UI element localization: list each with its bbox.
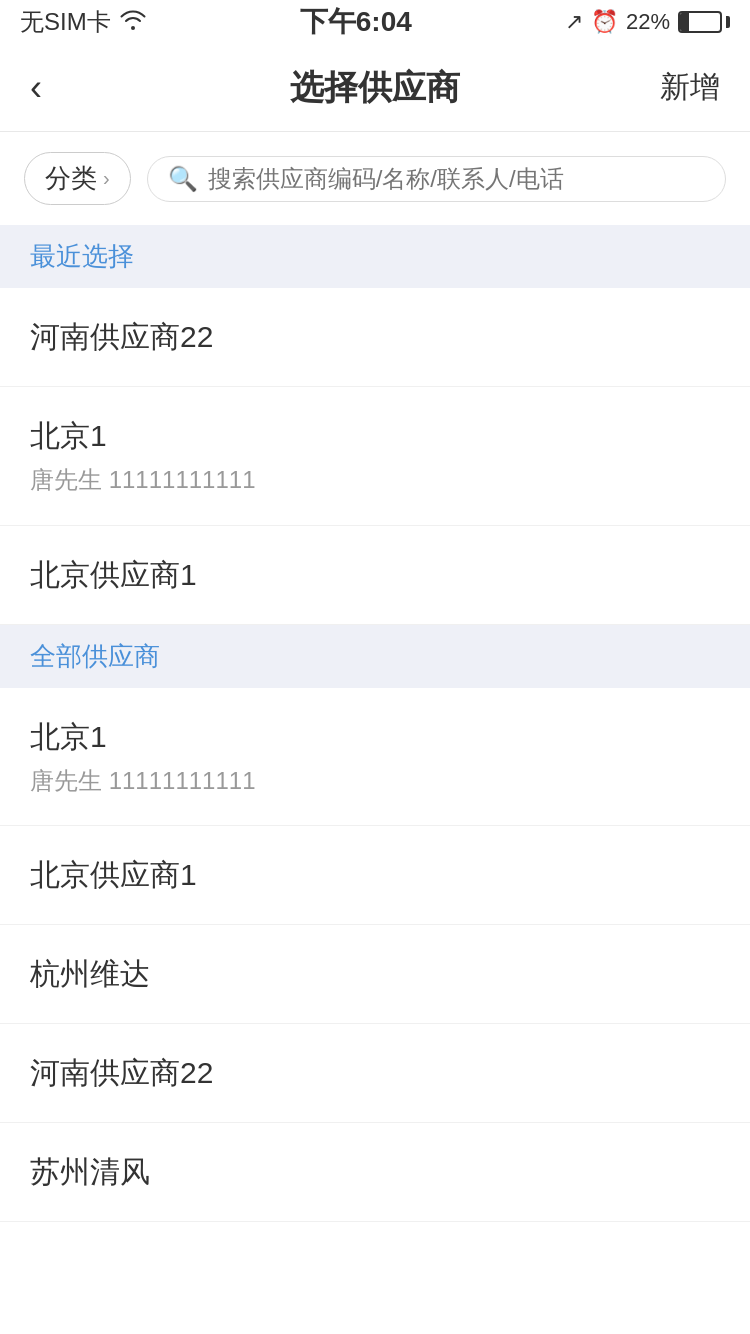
search-input[interactable] (208, 165, 705, 193)
item-name: 北京供应商1 (30, 854, 720, 896)
all-items-list: 北京1 唐先生 11111111111 北京供应商1 杭州维达河南供应商22 苏州清风 (0, 688, 750, 1223)
carrier-label: 无SIM卡 (20, 6, 111, 38)
category-filter-button[interactable]: 分类 › (24, 152, 131, 205)
filter-bar: 分类 › 🔍 (0, 132, 750, 225)
all-list-item[interactable]: 北京1 唐先生 11111111111 (0, 688, 750, 827)
search-box[interactable]: 🔍 (147, 156, 726, 202)
item-sub: 唐先生 11111111111 (30, 764, 720, 798)
recent-list-item[interactable]: 北京1 唐先生 11111111111 (0, 387, 750, 526)
page-title: 选择供应商 (290, 65, 460, 111)
recent-list-item[interactable]: 河南供应商22 (0, 288, 750, 387)
item-name: 河南供应商22 (30, 316, 720, 358)
nav-bar: ‹ 选择供应商 新增 (0, 44, 750, 132)
search-icon: 🔍 (168, 165, 198, 193)
all-list-item[interactable]: 杭州维达 (0, 925, 750, 1024)
item-name: 河南供应商22 (30, 1052, 720, 1094)
alarm-icon: ⏰ (591, 9, 618, 35)
item-name: 杭州维达 (30, 953, 720, 995)
recent-items-list: 河南供应商22 北京1 唐先生 11111111111 北京供应商1 (0, 288, 750, 625)
add-button[interactable]: 新增 (660, 67, 720, 108)
battery-label: 22% (626, 9, 670, 35)
all-list-item[interactable]: 河南供应商22 (0, 1024, 750, 1123)
all-section-header: 全部供应商 (0, 625, 750, 688)
battery-indicator (678, 11, 730, 33)
item-name: 北京供应商1 (30, 554, 720, 596)
all-list-item[interactable]: 北京供应商1 (0, 826, 750, 925)
all-list-item[interactable]: 苏州清风 (0, 1123, 750, 1222)
item-sub: 唐先生 11111111111 (30, 463, 720, 497)
status-time: 下午6:04 (300, 3, 412, 41)
category-label: 分类 (45, 161, 97, 196)
wifi-icon (119, 8, 147, 36)
item-name: 苏州清风 (30, 1151, 720, 1193)
location-icon: ↗ (565, 9, 583, 35)
item-name: 北京1 (30, 716, 720, 758)
recent-list-item[interactable]: 北京供应商1 (0, 526, 750, 625)
back-button[interactable]: ‹ (30, 67, 90, 109)
chevron-right-icon: › (103, 167, 110, 190)
item-name: 北京1 (30, 415, 720, 457)
status-left: 无SIM卡 (20, 6, 147, 38)
status-right: ↗ ⏰ 22% (565, 9, 730, 35)
status-bar: 无SIM卡 下午6:04 ↗ ⏰ 22% (0, 0, 750, 44)
recent-section-header: 最近选择 (0, 225, 750, 288)
